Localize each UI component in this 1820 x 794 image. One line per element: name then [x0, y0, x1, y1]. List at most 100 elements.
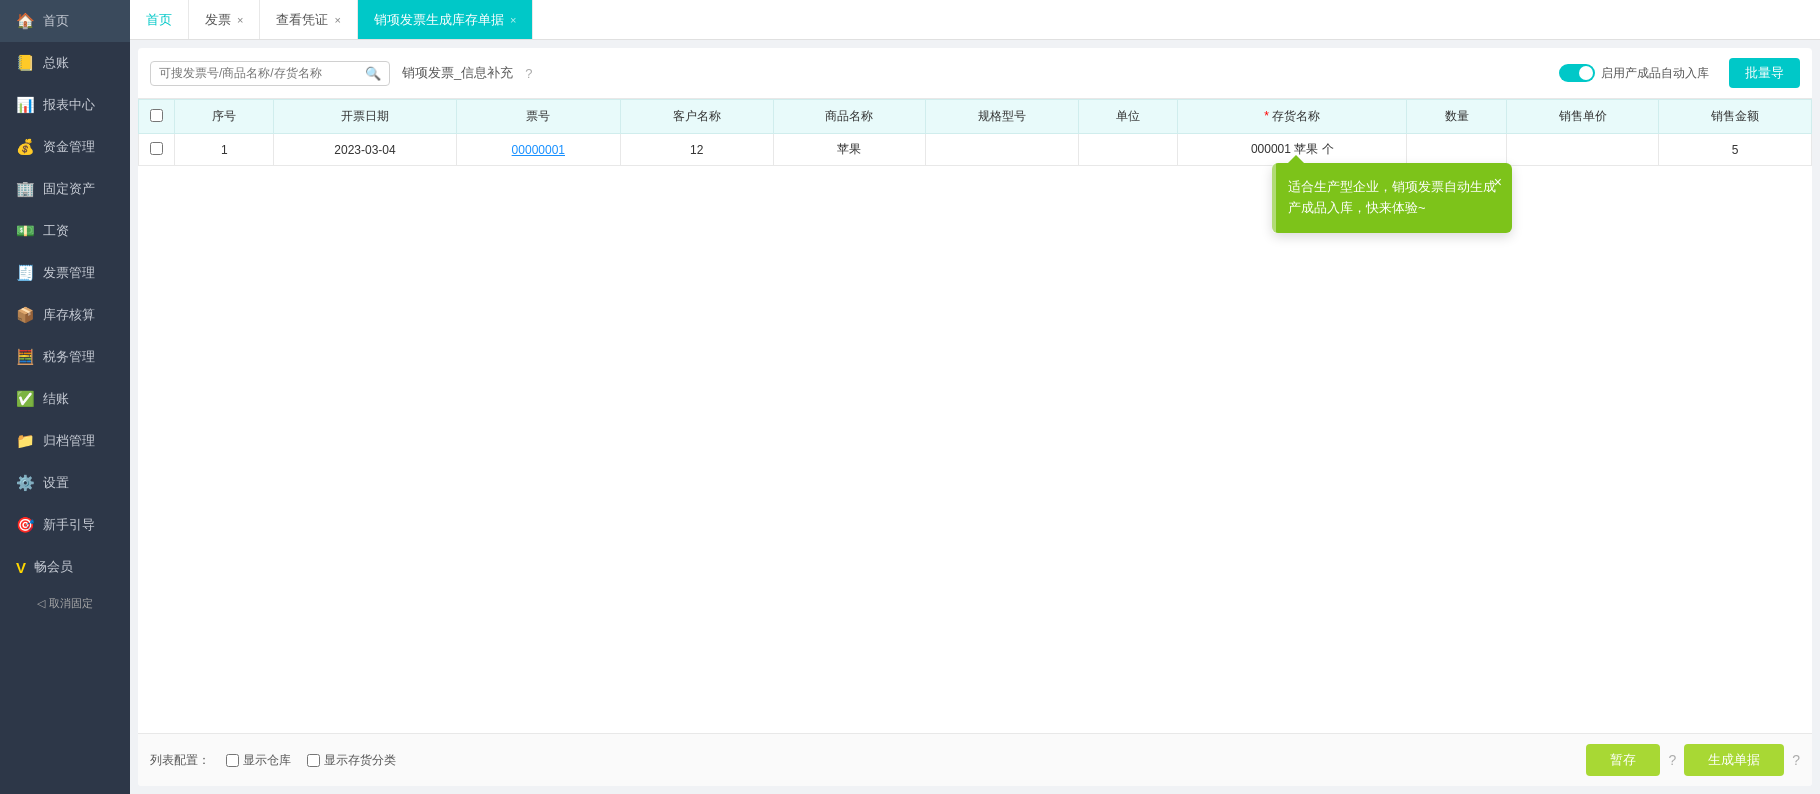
sidebar-item-invoice[interactable]: 🧾 发票管理 [0, 252, 130, 294]
search-icon: 🔍 [365, 66, 381, 81]
ledger-icon: 📒 [16, 54, 35, 72]
select-all-checkbox[interactable] [150, 109, 163, 122]
sidebar-item-label: 归档管理 [43, 432, 95, 450]
header-date: 开票日期 [274, 100, 456, 134]
tax-icon: 🧮 [16, 348, 35, 366]
sidebar-item-tax[interactable]: 🧮 税务管理 [0, 336, 130, 378]
tab-inventory-doc[interactable]: 销项发票生成库存单据 × [358, 0, 533, 39]
sidebar-item-archive[interactable]: 📁 归档管理 [0, 420, 130, 462]
sidebar-item-label: 资金管理 [43, 138, 95, 156]
sidebar-item-assets[interactable]: 🏢 固定资产 [0, 168, 130, 210]
sidebar-item-label: 发票管理 [43, 264, 95, 282]
info-label: 销项发票_信息补充 [402, 64, 513, 82]
tab-inventory-doc-close[interactable]: × [510, 14, 516, 26]
sidebar-item-salary[interactable]: 💵 工资 [0, 210, 130, 252]
search-box[interactable]: 🔍 [150, 61, 390, 86]
table-row: 1 2023-03-04 00000001 12 苹果 000001 苹果 个 … [139, 134, 1812, 166]
toggle-label: 启用产成品自动入库 [1601, 65, 1709, 82]
header-spec: 规格型号 [926, 100, 1079, 134]
sidebar-item-funds[interactable]: 💰 资金管理 [0, 126, 130, 168]
sidebar-item-label: 固定资产 [43, 180, 95, 198]
sidebar-item-label: 工资 [43, 222, 69, 240]
data-table: 序号 开票日期 票号 客户名称 商品名称 规格型号 单位 * 存货名称 数量 销… [138, 99, 1812, 166]
search-input[interactable] [159, 66, 361, 80]
row-seq: 1 [175, 134, 274, 166]
ticket-no-link[interactable]: 00000001 [512, 143, 565, 157]
show-warehouse-text: 显示仓库 [243, 752, 291, 769]
sidebar-item-label: 设置 [43, 474, 69, 492]
row-unit-price [1506, 134, 1659, 166]
tab-invoice-close[interactable]: × [237, 14, 243, 26]
funds-icon: 💰 [16, 138, 35, 156]
row-unit [1078, 134, 1177, 166]
tab-invoice-label: 发票 [205, 11, 231, 29]
sidebar-item-label: 税务管理 [43, 348, 95, 366]
show-category-checkbox[interactable] [307, 754, 320, 767]
header-qty: 数量 [1407, 100, 1506, 134]
row-product: 苹果 [773, 134, 926, 166]
auto-import-toggle[interactable] [1559, 64, 1595, 82]
tooltip-close-button[interactable]: × [1494, 171, 1502, 193]
sidebar-item-home[interactable]: 🏠 首页 [0, 0, 130, 42]
sidebar-item-label: 总账 [43, 54, 69, 72]
invoice-icon: 🧾 [16, 264, 35, 282]
save-button[interactable]: 暂存 [1586, 744, 1660, 776]
header-ticket-no: 票号 [456, 100, 620, 134]
pin-label: 取消固定 [49, 596, 93, 611]
header-inventory: * 存货名称 [1178, 100, 1407, 134]
tab-voucher-label: 查看凭证 [276, 11, 328, 29]
sidebar-item-label: 报表中心 [43, 96, 95, 114]
table-container: 序号 开票日期 票号 客户名称 商品名称 规格型号 单位 * 存货名称 数量 销… [138, 99, 1812, 733]
row-checkbox[interactable] [150, 142, 163, 155]
save-help-icon[interactable]: ? [1668, 752, 1676, 768]
sidebar-item-ledger[interactable]: 📒 总账 [0, 42, 130, 84]
sidebar-item-label: 新手引导 [43, 516, 95, 534]
header-amount: 销售金额 [1659, 100, 1812, 134]
home-icon: 🏠 [16, 12, 35, 30]
tab-inventory-doc-label: 销项发票生成库存单据 [374, 11, 504, 29]
pin-bottom[interactable]: ◁ 取消固定 [0, 588, 130, 619]
show-warehouse-label[interactable]: 显示仓库 [226, 752, 291, 769]
toggle-container: 启用产成品自动入库 [1559, 64, 1709, 82]
sidebar-item-label: 畅会员 [34, 558, 73, 576]
tab-invoice[interactable]: 发票 × [189, 0, 260, 39]
member-icon: V [16, 559, 26, 576]
tab-home-label: 首页 [146, 11, 172, 29]
tab-voucher[interactable]: 查看凭证 × [260, 0, 357, 39]
sidebar-item-inventory[interactable]: 📦 库存核算 [0, 294, 130, 336]
generate-button[interactable]: 生成单据 [1684, 744, 1784, 776]
row-amount: 5 [1659, 134, 1812, 166]
salary-icon: 💵 [16, 222, 35, 240]
header-checkbox-cell [139, 100, 175, 134]
assets-icon: 🏢 [16, 180, 35, 198]
header-seq: 序号 [175, 100, 274, 134]
sidebar-item-guide[interactable]: 🎯 新手引导 [0, 504, 130, 546]
row-customer: 12 [621, 134, 774, 166]
show-category-label[interactable]: 显示存货分类 [307, 752, 396, 769]
sidebar-item-member[interactable]: V 畅会员 [0, 546, 130, 588]
batch-button[interactable]: 批量导 [1729, 58, 1800, 88]
show-warehouse-checkbox[interactable] [226, 754, 239, 767]
main-area: 首页 发票 × 查看凭证 × 销项发票生成库存单据 × 🔍 销项发票_信息补充 … [130, 0, 1820, 794]
header-product: 商品名称 [773, 100, 926, 134]
info-help-icon[interactable]: ? [525, 66, 532, 81]
content-area: 🔍 销项发票_信息补充 ? 启用产成品自动入库 批量导 序号 开票日 [138, 48, 1812, 786]
show-category-text: 显示存货分类 [324, 752, 396, 769]
tab-voucher-close[interactable]: × [334, 14, 340, 26]
tooltip-text: 适合生产型企业，销项发票自动生成产成品入库，快来体验~ [1288, 179, 1496, 215]
guide-icon: 🎯 [16, 516, 35, 534]
bottom-bar: 列表配置： 显示仓库 显示存货分类 暂存 ? 生成单据 ? [138, 733, 1812, 786]
settings-icon: ⚙️ [16, 474, 35, 492]
row-qty [1407, 134, 1506, 166]
list-config-label: 列表配置： [150, 752, 210, 769]
tab-home[interactable]: 首页 [130, 0, 189, 39]
toolbar: 🔍 销项发票_信息补充 ? 启用产成品自动入库 批量导 [138, 48, 1812, 99]
sidebar-item-settings[interactable]: ⚙️ 设置 [0, 462, 130, 504]
sidebar-item-reports[interactable]: 📊 报表中心 [0, 84, 130, 126]
archive-icon: 📁 [16, 432, 35, 450]
sidebar-item-label: 结账 [43, 390, 69, 408]
generate-help-icon[interactable]: ? [1792, 752, 1800, 768]
pin-icon: ◁ [37, 597, 45, 610]
tab-bar: 首页 发票 × 查看凭证 × 销项发票生成库存单据 × [130, 0, 1820, 40]
sidebar-item-close[interactable]: ✅ 结账 [0, 378, 130, 420]
